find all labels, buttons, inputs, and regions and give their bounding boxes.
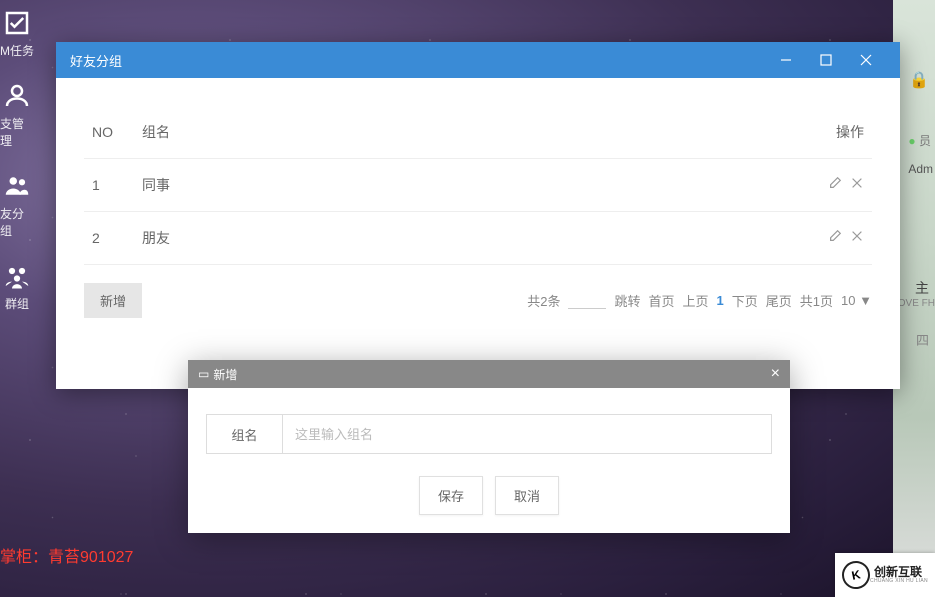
group-name-input[interactable] [282, 414, 772, 454]
user-icon [2, 81, 32, 111]
checkbox-icon [2, 8, 32, 38]
table-header-row: NO 组名 操作 [84, 106, 872, 159]
friend-group-window: 好友分组 NO 组名 操作 1同事2朋友 新增 共2条 跳转 首页 上页 [56, 42, 900, 389]
add-button[interactable]: 新增 [84, 283, 142, 318]
close-button[interactable] [846, 42, 886, 78]
right-panel-text: OVE FH [898, 298, 935, 309]
first-page[interactable]: 首页 [649, 291, 675, 310]
page-size-select[interactable]: 10 ▼ [841, 293, 872, 308]
maximize-button[interactable] [806, 42, 846, 78]
cell-no: 2 [84, 212, 134, 265]
sidebar-item-manage[interactable]: 支管理 [0, 73, 34, 163]
window-content: NO 组名 操作 1同事2朋友 新增 共2条 跳转 首页 上页 1 下页 尾页 … [56, 78, 900, 389]
sidebar-item-label: 群组 [5, 295, 29, 312]
window-icon: ▭ [198, 367, 209, 381]
field-label: 组名 [206, 414, 282, 454]
save-button[interactable]: 保存 [419, 476, 483, 515]
next-page[interactable]: 下页 [732, 291, 758, 310]
page-jump-input[interactable] [568, 293, 606, 309]
total-pages: 共1页 [800, 291, 833, 310]
table-row: 2朋友 [84, 212, 872, 265]
cancel-button[interactable]: 取消 [495, 476, 559, 515]
minimize-button[interactable] [766, 42, 806, 78]
current-page: 1 [717, 293, 724, 308]
sidebar-item-group[interactable]: 群组 [0, 253, 34, 326]
th-action: 操作 [792, 106, 872, 159]
lock-icon: 🔒 [909, 70, 929, 90]
modal-body: 组名 保存 取消 [188, 388, 790, 533]
sidebar-item-tasks[interactable]: M任务 [0, 0, 34, 73]
group-name-field: 组名 [206, 414, 772, 454]
cell-no: 1 [84, 159, 134, 212]
modal-header[interactable]: ▭ 新增 × [188, 360, 790, 388]
titlebar: 好友分组 [56, 42, 900, 78]
sidebar-item-friend-group[interactable]: 友分组 [0, 163, 34, 253]
jump-label[interactable]: 跳转 [614, 291, 640, 310]
last-page[interactable]: 尾页 [766, 291, 792, 310]
sidebar: M任务 支管理 友分组 群组 [0, 0, 34, 597]
add-group-modal: ▭ 新增 × 组名 保存 取消 [188, 360, 790, 533]
pagination: 共2条 跳转 首页 上页 1 下页 尾页 共1页 10 ▼ [527, 291, 872, 310]
right-panel-text: 主 [915, 278, 929, 298]
sidebar-item-label: M任务 [0, 42, 34, 59]
people-icon [2, 171, 32, 201]
edit-icon[interactable] [824, 229, 842, 247]
modal-close-button[interactable]: × [771, 366, 780, 382]
group-table: NO 组名 操作 1同事2朋友 [84, 106, 872, 265]
cell-name: 朋友 [134, 212, 792, 265]
logo-subtext: CHUANG XIN HU LIAN [870, 578, 928, 584]
cell-actions [792, 212, 872, 265]
right-panel-text: Adm [908, 162, 933, 176]
right-panel-text: ● 员 [908, 132, 931, 149]
delete-icon[interactable] [846, 176, 864, 194]
cell-name: 同事 [134, 159, 792, 212]
sidebar-item-label: 支管理 [0, 115, 34, 149]
total-count: 共2条 [527, 291, 560, 310]
sidebar-item-label: 友分组 [0, 205, 34, 239]
table-row: 1同事 [84, 159, 872, 212]
th-name: 组名 [134, 106, 792, 159]
delete-icon[interactable] [846, 229, 864, 247]
cell-actions [792, 159, 872, 212]
th-no: NO [84, 106, 134, 159]
edit-icon[interactable] [824, 176, 842, 194]
right-panel-text: 四 [916, 330, 929, 349]
brand-logo[interactable]: K 创新互联 CHUANG XIN HU LIAN [835, 553, 935, 597]
window-title: 好友分组 [70, 51, 766, 70]
logo-mark-icon: K [839, 558, 872, 591]
group-icon [2, 261, 32, 291]
prev-page[interactable]: 上页 [683, 291, 709, 310]
modal-title: 新增 [213, 366, 237, 383]
logo-text: 创新互联 [874, 566, 928, 578]
table-footer: 新增 共2条 跳转 首页 上页 1 下页 尾页 共1页 10 ▼ [84, 283, 872, 318]
